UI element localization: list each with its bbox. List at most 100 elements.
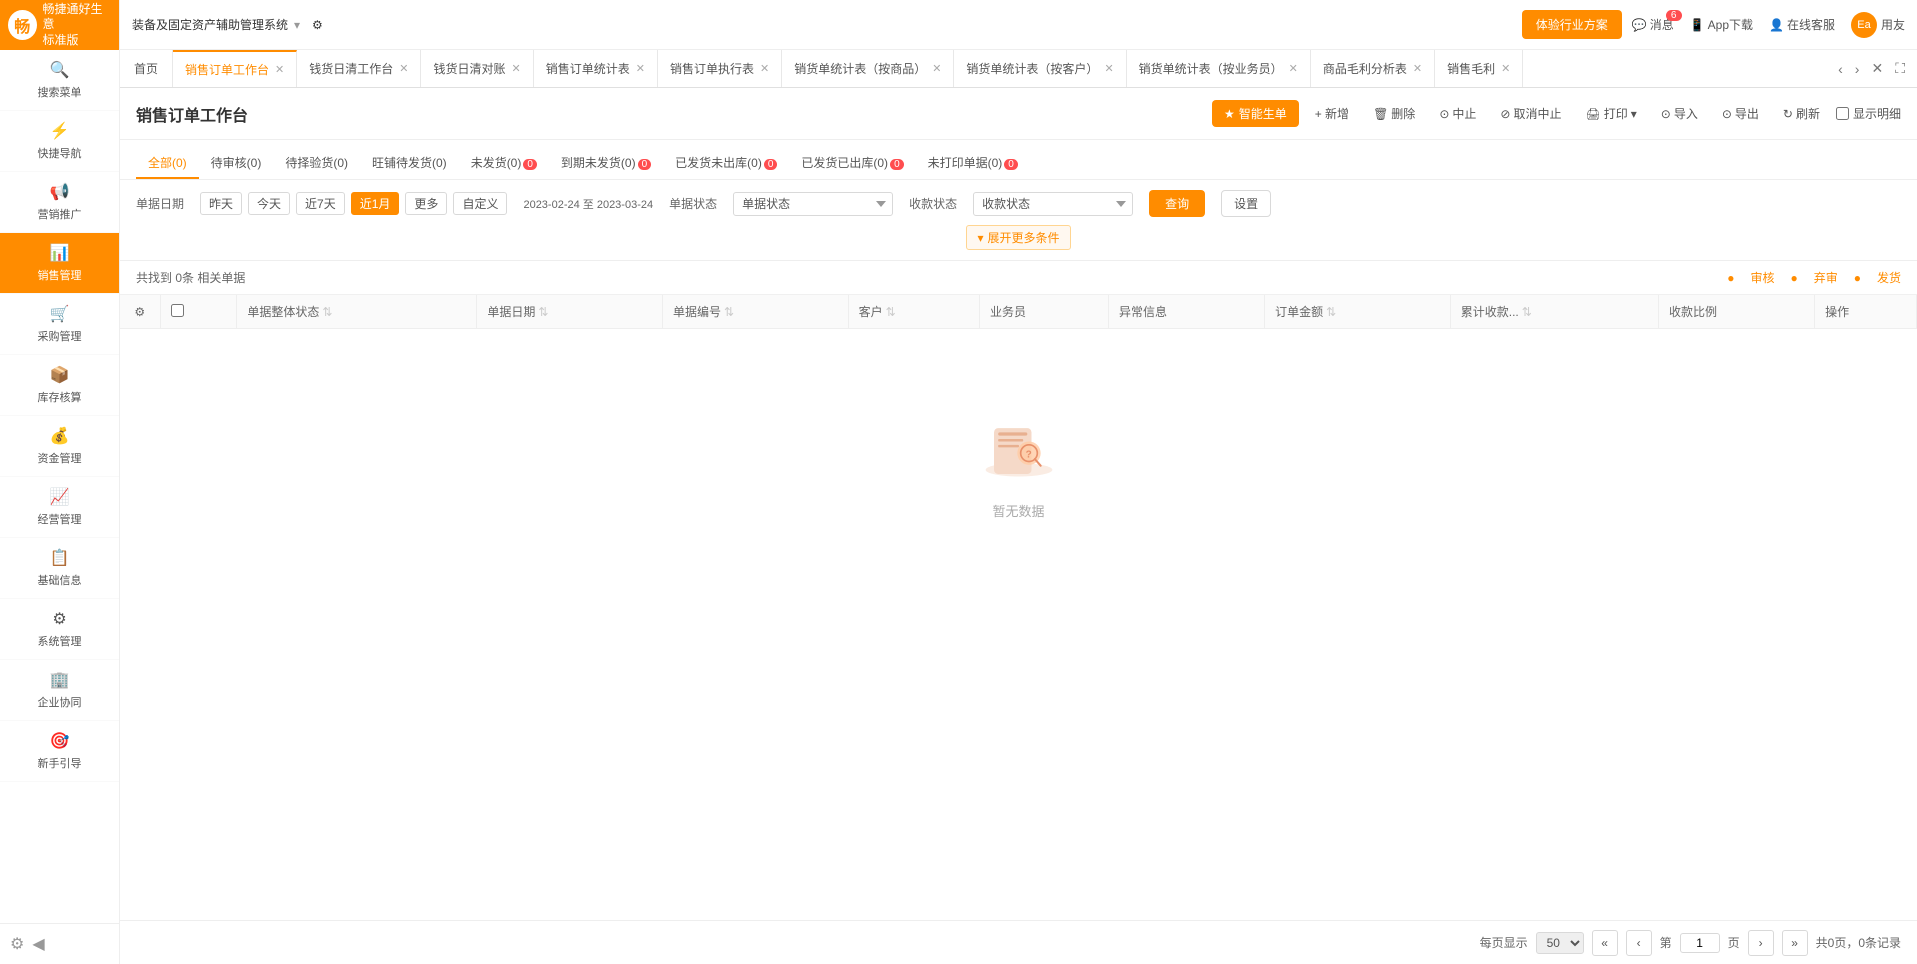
sidebar-item-sys-mgmt[interactable]: ⚙ 系统管理 [0, 599, 119, 660]
tab-close-sales-exec[interactable]: ✕ [760, 62, 769, 75]
import-button[interactable]: ⊙ 导入 [1653, 101, 1706, 126]
tab-close-sales-workbench[interactable]: ✕ [275, 63, 284, 76]
tab-home[interactable]: 首页 [120, 50, 173, 88]
tab-sales-profit[interactable]: 销售毛利✕ [1435, 50, 1523, 88]
tab-close-sales-profit[interactable]: ✕ [1501, 62, 1510, 75]
tab-scroll-right-button[interactable]: › [1851, 59, 1864, 79]
th-sort-7[interactable]: 累计收款... ⇅ [1461, 303, 1648, 320]
page-input[interactable] [1680, 933, 1720, 953]
date-btn-昨天[interactable]: 昨天 [200, 192, 242, 215]
th-sort-3[interactable]: 客户 ⇅ [859, 303, 969, 320]
tab-sales-workbench[interactable]: 销售订单工作台✕ [173, 50, 297, 88]
subtab-4[interactable]: 未发货(0)0 [459, 148, 549, 179]
status-filter-select[interactable]: 单据状态 [733, 192, 893, 216]
show-detail-input[interactable] [1836, 107, 1849, 120]
th-sort-2[interactable]: 单据编号 ⇅ [673, 303, 838, 320]
th-sort-6[interactable]: 订单金额 ⇅ [1275, 303, 1440, 320]
tab-close-cash-daily[interactable]: ✕ [399, 62, 408, 75]
sidebar-item-sales-mgmt[interactable]: 📊 销售管理 [0, 233, 119, 294]
tab-cash-reconcile[interactable]: 钱货日清对账✕ [421, 50, 533, 88]
tab-close-goods-stat-product[interactable]: ✕ [932, 62, 941, 75]
tab-cash-daily[interactable]: 钱货日清工作台✕ [297, 50, 421, 88]
select-all-checkbox[interactable] [171, 304, 184, 317]
date-btn-自定义[interactable]: 自定义 [453, 192, 507, 215]
page-of-label: 页 [1728, 934, 1740, 951]
subtab-1[interactable]: 待审核(0) [199, 148, 274, 179]
sidebar-item-enterprise[interactable]: 🏢 企业协同 [0, 660, 119, 721]
subtab-0[interactable]: 全部(0) [136, 148, 199, 179]
stop-button[interactable]: ⊙ 中止 [1431, 101, 1484, 126]
subtab-6[interactable]: 已发货未出库(0)0 [663, 148, 789, 179]
approve-batch-button[interactable]: 审核 [1750, 269, 1774, 286]
subtab-5[interactable]: 到期未发货(0)0 [549, 148, 663, 179]
tab-close-sales-stat[interactable]: ✕ [636, 62, 645, 75]
expand-filter-button[interactable]: ▾ 展开更多条件 [966, 225, 1070, 250]
sidebar-item-purchase-mgmt[interactable]: 🛒 采购管理 [0, 294, 119, 355]
tab-sales-exec[interactable]: 销售订单执行表✕ [658, 50, 782, 88]
sidebar-item-quick-nav[interactable]: ⚡ 快捷导航 [0, 111, 119, 172]
date-filter-label: 单据日期 [136, 195, 184, 212]
settings-gear-icon[interactable]: ⚙ [312, 18, 323, 32]
tab-scroll-left-button[interactable]: ‹ [1834, 59, 1847, 79]
tab-close-goods-stat-customer[interactable]: ✕ [1104, 62, 1113, 75]
th-sort-1[interactable]: 单据日期 ⇅ [487, 303, 652, 320]
tab-goods-stat-staff[interactable]: 销货单统计表（按业务员）✕ [1127, 50, 1311, 88]
tab-close-cash-reconcile[interactable]: ✕ [512, 62, 521, 75]
industry-plan-button[interactable]: 体验行业方案 [1522, 10, 1622, 39]
cancel-stop-button[interactable]: ⊘ 取消中止 [1492, 101, 1569, 126]
th-sort-0[interactable]: 单据整体状态 ⇅ [247, 303, 466, 320]
message-button[interactable]: 💬 消息 6 [1632, 16, 1674, 33]
th-customer: 客户 ⇅ [848, 295, 979, 329]
subtab-3[interactable]: 旺铺待发货(0) [360, 148, 459, 179]
settings-filter-button[interactable]: 设置 [1221, 190, 1271, 217]
dropdown-arrow-icon[interactable]: ▾ [294, 18, 300, 32]
date-btn-更多[interactable]: 更多 [405, 192, 447, 215]
sidebar-item-marketing[interactable]: 📢 营销推广 [0, 172, 119, 233]
cancel-approve-batch-button[interactable]: 弃审 [1814, 269, 1838, 286]
sidebar-item-inventory[interactable]: 📦 库存核算 [0, 355, 119, 416]
column-settings-icon[interactable]: ⚙ [134, 305, 145, 319]
tab-sales-stat[interactable]: 销售订单统计表 ✕ [534, 50, 658, 88]
subtab-8[interactable]: 未打印单据(0)0 [916, 148, 1030, 179]
sidebar-item-guide[interactable]: 🎯 新手引导 [0, 721, 119, 782]
subtab-2[interactable]: 待择验货(0) [273, 148, 360, 179]
online-service-button[interactable]: 👤 在线客服 [1769, 16, 1835, 33]
smart-create-button[interactable]: ★ 智能生单 [1212, 100, 1299, 127]
payment-filter-select[interactable]: 收款状态 [973, 192, 1133, 216]
ship-batch-button[interactable]: 发货 [1877, 269, 1901, 286]
refresh-button[interactable]: ↻ 刷新 [1775, 101, 1828, 126]
last-page-button[interactable]: » [1782, 930, 1808, 956]
subtab-badge-6: 0 [764, 159, 778, 170]
tab-close-goods-stat-staff[interactable]: ✕ [1289, 62, 1298, 75]
tab-goods-stat-customer[interactable]: 销货单统计表（按客户）✕ [954, 50, 1126, 88]
sidebar-item-search[interactable]: 🔍 搜索菜单 [0, 50, 119, 111]
tab-close-all-button[interactable]: ✕ [1867, 58, 1887, 79]
tab-goods-margin[interactable]: 商品毛利分析表✕ [1311, 50, 1435, 88]
date-btn-近1月[interactable]: 近1月 [351, 192, 400, 215]
prev-page-button[interactable]: ‹ [1626, 930, 1652, 956]
page-size-select[interactable]: 50 [1536, 932, 1584, 954]
settings-icon[interactable]: ⚙ [10, 934, 24, 954]
tab-label-sales-stat: 销售订单统计表 [546, 60, 630, 77]
show-detail-checkbox[interactable]: 显示明细 [1836, 105, 1901, 122]
collapse-icon[interactable]: ◀ [32, 934, 44, 954]
next-page-button[interactable]: › [1748, 930, 1774, 956]
app-download-button[interactable]: 📱 App下载 [1690, 16, 1753, 33]
payment-filter-label: 收款状态 [909, 195, 957, 212]
tab-fullscreen-button[interactable]: ⛶ [1891, 58, 1909, 79]
delete-button[interactable]: 🗑 删除 [1365, 101, 1423, 126]
add-button[interactable]: + 新增 [1307, 101, 1357, 126]
tab-close-goods-margin[interactable]: ✕ [1413, 62, 1422, 75]
sidebar-item-base-info[interactable]: 📋 基础信息 [0, 538, 119, 599]
subtab-7[interactable]: 已发货已出库(0)0 [789, 148, 915, 179]
sidebar-item-operations[interactable]: 📈 经营管理 [0, 477, 119, 538]
date-btn-近7天[interactable]: 近7天 [296, 192, 345, 215]
first-page-button[interactable]: « [1592, 930, 1618, 956]
date-btn-今天[interactable]: 今天 [248, 192, 290, 215]
export-button[interactable]: ⊙ 导出 [1714, 101, 1767, 126]
sidebar-item-finance[interactable]: 💰 资金管理 [0, 416, 119, 477]
user-menu[interactable]: Ea 用友 [1851, 12, 1905, 38]
query-button[interactable]: 查询 [1149, 190, 1205, 217]
tab-goods-stat-product[interactable]: 销货单统计表（按商品）✕ [782, 50, 954, 88]
print-button[interactable]: 🖨 打印 ▾ [1577, 101, 1644, 126]
